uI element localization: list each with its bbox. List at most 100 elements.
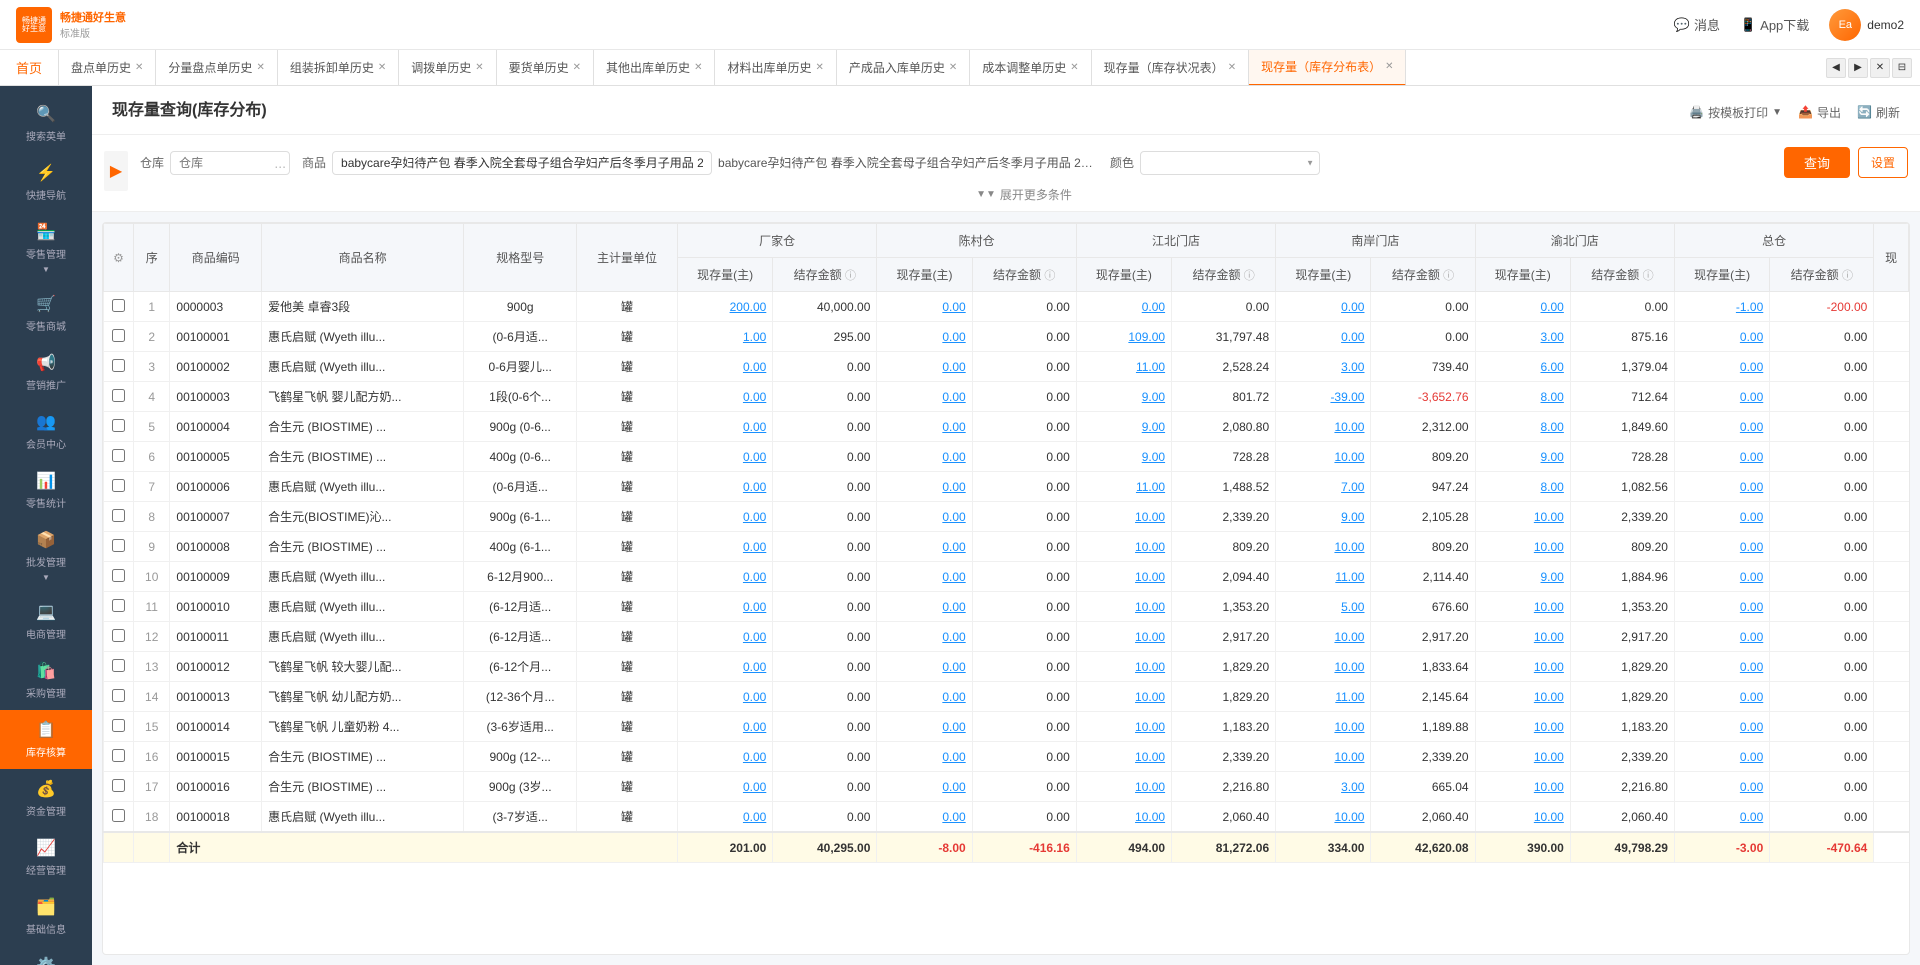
set-button[interactable]: 设置 (1858, 147, 1908, 178)
color-input[interactable] (1140, 151, 1320, 175)
tab-item-5[interactable]: 其他出库单历史✕ (594, 50, 715, 86)
row-checkbox-4[interactable] (112, 419, 125, 432)
cell-checkbox-0[interactable] (104, 292, 134, 322)
row-checkbox-7[interactable] (112, 509, 125, 522)
row-checkbox-1[interactable] (112, 329, 125, 342)
cell-val-10-0[interactable]: 0.00 (677, 592, 772, 622)
cell-val-9-8[interactable]: 9.00 (1475, 562, 1570, 592)
info-icon-3[interactable]: ⓘ (1244, 270, 1255, 282)
cell-val-8-6[interactable]: 10.00 (1276, 532, 1371, 562)
row-checkbox-15[interactable] (112, 749, 125, 762)
cell-val-16-0[interactable]: 0.00 (677, 772, 772, 802)
cell-checkbox-4[interactable] (104, 412, 134, 442)
cell-val-2-6[interactable]: 3.00 (1276, 352, 1371, 382)
cell-val-7-10[interactable]: 0.00 (1674, 502, 1769, 532)
cell-val-17-2[interactable]: 0.00 (877, 802, 972, 833)
cell-val-4-0[interactable]: 0.00 (677, 412, 772, 442)
sidebar-item-4[interactable]: 📢 营销推广 (0, 343, 92, 402)
row-checkbox-8[interactable] (112, 539, 125, 552)
tab-item-0[interactable]: 盘点单历史✕ (59, 50, 156, 86)
row-checkbox-12[interactable] (112, 659, 125, 672)
tab-next-button[interactable]: ▶ (1848, 58, 1868, 78)
cell-val-9-6[interactable]: 11.00 (1276, 562, 1371, 592)
cell-val-15-6[interactable]: 10.00 (1276, 742, 1371, 772)
cell-val-11-8[interactable]: 10.00 (1475, 622, 1570, 652)
tab-item-2[interactable]: 组装拆卸单历史✕ (278, 50, 399, 86)
cell-val-11-10[interactable]: 0.00 (1674, 622, 1769, 652)
cell-val-12-6[interactable]: 10.00 (1276, 652, 1371, 682)
cell-val-0-2[interactable]: 0.00 (877, 292, 972, 322)
expand-more-button[interactable]: ▼▼ 展开更多条件 (976, 186, 1072, 203)
cell-val-8-2[interactable]: 0.00 (877, 532, 972, 562)
tab-menu-button[interactable]: ⊟ (1892, 58, 1912, 78)
cell-val-12-2[interactable]: 0.00 (877, 652, 972, 682)
row-checkbox-10[interactable] (112, 599, 125, 612)
cell-val-16-2[interactable]: 0.00 (877, 772, 972, 802)
cell-val-7-6[interactable]: 9.00 (1276, 502, 1371, 532)
cell-val-16-4[interactable]: 10.00 (1076, 772, 1171, 802)
sidebar-item-10[interactable]: 📋 库存核算 (0, 710, 92, 769)
tab-close-2[interactable]: ✕ (378, 62, 386, 73)
cell-val-3-0[interactable]: 0.00 (677, 382, 772, 412)
cell-checkbox-1[interactable] (104, 322, 134, 352)
cell-val-5-2[interactable]: 0.00 (877, 442, 972, 472)
cell-val-6-8[interactable]: 8.00 (1475, 472, 1570, 502)
cell-val-14-10[interactable]: 0.00 (1674, 712, 1769, 742)
row-checkbox-5[interactable] (112, 449, 125, 462)
cell-val-11-6[interactable]: 10.00 (1276, 622, 1371, 652)
tab-close-4[interactable]: ✕ (573, 62, 581, 73)
tab-close-9[interactable]: ✕ (1228, 62, 1236, 73)
cell-val-13-2[interactable]: 0.00 (877, 682, 972, 712)
cell-val-1-8[interactable]: 3.00 (1475, 322, 1570, 352)
row-checkbox-9[interactable] (112, 569, 125, 582)
sidebar-item-13[interactable]: 🗂️ 基础信息 (0, 887, 92, 946)
tab-close-8[interactable]: ✕ (1070, 62, 1078, 73)
sidebar-item-9[interactable]: 🛍️ 采购管理 (0, 651, 92, 710)
tab-close-3[interactable]: ✕ (475, 62, 483, 73)
cell-val-4-6[interactable]: 10.00 (1276, 412, 1371, 442)
sidebar-item-2[interactable]: 🏪 零售管理 ▼ (0, 212, 92, 284)
cell-val-9-4[interactable]: 10.00 (1076, 562, 1171, 592)
tab-item-9[interactable]: 现存量（库存状况表）✕ (1092, 50, 1249, 86)
cell-val-5-8[interactable]: 9.00 (1475, 442, 1570, 472)
cell-val-1-6[interactable]: 0.00 (1276, 322, 1371, 352)
row-checkbox-13[interactable] (112, 689, 125, 702)
cell-val-0-4[interactable]: 0.00 (1076, 292, 1171, 322)
cell-checkbox-16[interactable] (104, 772, 134, 802)
tab-item-7[interactable]: 产成品入库单历史✕ (837, 50, 970, 86)
cell-val-5-0[interactable]: 0.00 (677, 442, 772, 472)
cell-val-11-4[interactable]: 10.00 (1076, 622, 1171, 652)
cell-val-5-10[interactable]: 0.00 (1674, 442, 1769, 472)
cell-val-9-2[interactable]: 0.00 (877, 562, 972, 592)
cell-val-4-8[interactable]: 8.00 (1475, 412, 1570, 442)
cell-val-1-2[interactable]: 0.00 (877, 322, 972, 352)
row-checkbox-14[interactable] (112, 719, 125, 732)
cell-val-1-0[interactable]: 1.00 (677, 322, 772, 352)
tab-close-6[interactable]: ✕ (815, 62, 823, 73)
row-checkbox-2[interactable] (112, 359, 125, 372)
tab-close-all-button[interactable]: ✕ (1870, 58, 1890, 78)
tab-close-0[interactable]: ✕ (135, 62, 143, 73)
print-button[interactable]: 🖨️ 按模板打印 ▼ (1689, 104, 1782, 121)
cell-val-17-10[interactable]: 0.00 (1674, 802, 1769, 833)
settings-icon[interactable]: ⚙ (113, 251, 124, 265)
cell-val-2-4[interactable]: 11.00 (1076, 352, 1171, 382)
cell-checkbox-2[interactable] (104, 352, 134, 382)
cell-val-14-8[interactable]: 10.00 (1475, 712, 1570, 742)
tab-item-4[interactable]: 要货单历史✕ (497, 50, 594, 86)
cell-val-7-8[interactable]: 10.00 (1475, 502, 1570, 532)
cell-checkbox-5[interactable] (104, 442, 134, 472)
cell-val-17-4[interactable]: 10.00 (1076, 802, 1171, 833)
tab-close-5[interactable]: ✕ (694, 62, 702, 73)
sidebar-item-1[interactable]: ⚡ 快捷导航 (0, 153, 92, 212)
cell-checkbox-9[interactable] (104, 562, 134, 592)
sidebar-item-14[interactable]: ⚙️ 系统管理 (0, 946, 92, 965)
cell-val-12-0[interactable]: 0.00 (677, 652, 772, 682)
th-settings[interactable]: ⚙ (104, 224, 134, 292)
cell-checkbox-13[interactable] (104, 682, 134, 712)
cell-val-10-10[interactable]: 0.00 (1674, 592, 1769, 622)
cell-checkbox-6[interactable] (104, 472, 134, 502)
expand-toggle-button[interactable]: ▶ (104, 151, 128, 191)
cell-val-13-6[interactable]: 11.00 (1276, 682, 1371, 712)
cell-val-11-2[interactable]: 0.00 (877, 622, 972, 652)
